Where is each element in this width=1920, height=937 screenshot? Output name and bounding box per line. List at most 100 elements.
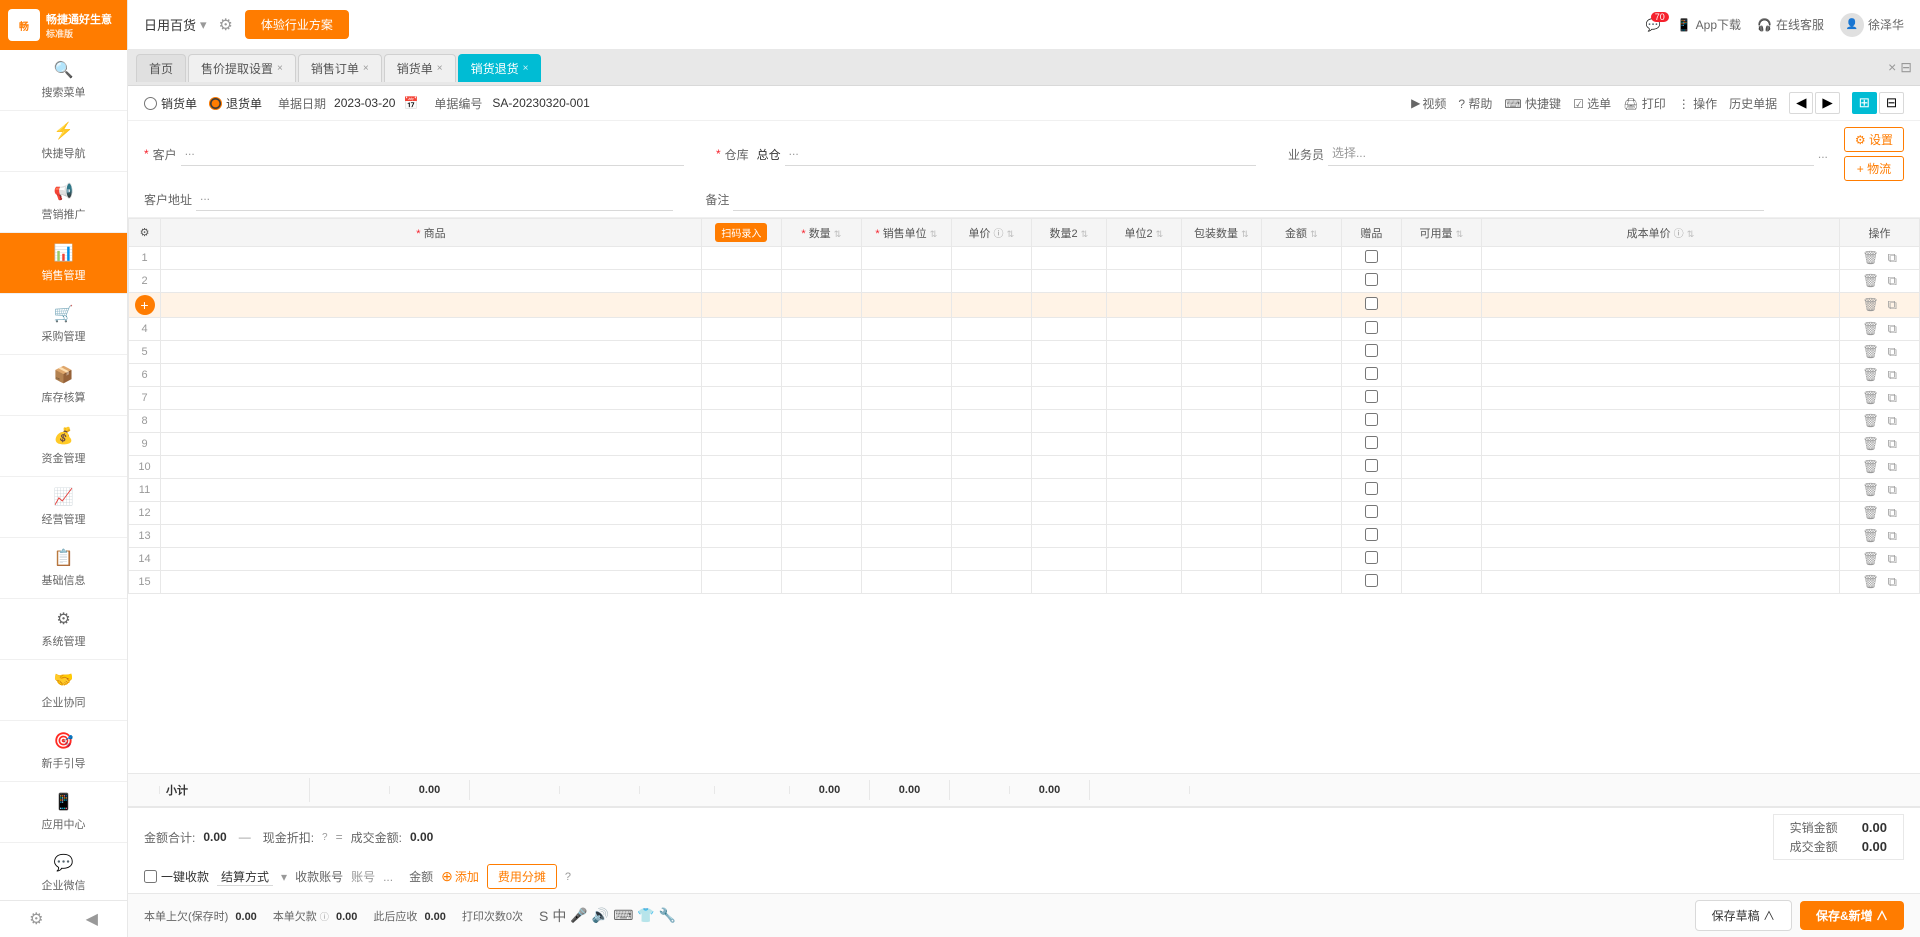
copy-row-btn[interactable]: ⧉	[1885, 320, 1900, 338]
one-click-checkbox[interactable]	[144, 870, 157, 883]
product-cell[interactable]	[161, 525, 702, 548]
product-cell[interactable]	[161, 293, 702, 318]
delete-row-btn[interactable]: 🗑	[1859, 320, 1882, 338]
date-value[interactable]: 2023-03-20	[334, 96, 395, 110]
copy-row-btn[interactable]: ⧉	[1885, 249, 1900, 267]
product-cell[interactable]	[161, 548, 702, 571]
save-draft-btn[interactable]: 保存草稿 ∧	[1695, 900, 1792, 931]
settings-btn[interactable]: ⚙ 设置	[1844, 127, 1904, 152]
logistics-btn[interactable]: + 物流	[1844, 156, 1904, 181]
gift-checkbox[interactable]	[1365, 505, 1378, 518]
product-cell[interactable]	[161, 364, 702, 387]
gift-checkbox[interactable]	[1365, 574, 1378, 587]
next-doc-btn[interactable]: ▶	[1815, 92, 1839, 114]
history-link[interactable]: 历史单据	[1729, 95, 1777, 112]
product-cell[interactable]	[161, 387, 702, 410]
settings-bottom-icon[interactable]: ⚙	[29, 909, 43, 929]
sidebar-item-finance[interactable]: 💰 资金管理	[0, 416, 127, 477]
copy-row-btn[interactable]: ⧉	[1885, 272, 1900, 290]
sidebar-item-purchase[interactable]: 🛒 采购管理	[0, 294, 127, 355]
gift-checkbox[interactable]	[1365, 250, 1378, 263]
product-cell[interactable]	[161, 433, 702, 456]
delete-row-btn[interactable]: 🗑	[1859, 389, 1882, 407]
add-row-btn[interactable]: +	[135, 295, 155, 315]
list-view-btn[interactable]: ⊟	[1879, 92, 1904, 114]
copy-row-btn[interactable]: ⧉	[1885, 389, 1900, 407]
fee-help-icon[interactable]: ?	[565, 871, 571, 883]
gift-checkbox[interactable]	[1365, 482, 1378, 495]
header-settings-icon[interactable]: ⚙	[219, 15, 233, 35]
product-cell[interactable]	[161, 247, 702, 270]
gift-checkbox[interactable]	[1365, 297, 1378, 310]
print-link[interactable]: 🖨 打印	[1623, 95, 1666, 112]
tab-sales-order[interactable]: 销售订单 ×	[298, 54, 382, 82]
tab-price-settings[interactable]: 售价提取设置 ×	[188, 54, 296, 82]
tools-icon[interactable]: 🔧	[659, 907, 676, 924]
cost-price-info-icon[interactable]: ⓘ	[1674, 229, 1684, 240]
help-icon2[interactable]: ?	[322, 832, 328, 843]
tab-sales-delivery[interactable]: 销货单 ×	[384, 54, 456, 82]
tab-sales-return-close[interactable]: ×	[523, 63, 529, 74]
delete-row-btn[interactable]: 🗑	[1859, 573, 1882, 591]
scan-btn[interactable]: 扫码录入	[715, 223, 767, 242]
col-unit-sort[interactable]: ⇅	[930, 229, 938, 239]
delete-row-btn[interactable]: 🗑	[1859, 527, 1882, 545]
prev-doc-btn[interactable]: ◀	[1789, 92, 1813, 114]
keyboard-icon[interactable]: ⌨	[613, 907, 633, 924]
gift-checkbox[interactable]	[1365, 459, 1378, 472]
col-avail-sort[interactable]: ⇅	[1456, 229, 1464, 239]
shirt-icon[interactable]: 👕	[637, 907, 654, 924]
copy-row-btn[interactable]: ⧉	[1885, 296, 1900, 314]
sidebar-item-quick[interactable]: ⚡ 快捷导航	[0, 111, 127, 172]
col-amount-sort[interactable]: ⇅	[1310, 229, 1318, 239]
delete-row-btn[interactable]: 🗑	[1859, 296, 1882, 314]
unit-price-info-icon[interactable]: ⓘ	[994, 229, 1004, 240]
col-cost-sort[interactable]: ⇅	[1687, 229, 1695, 239]
grid-view-btn[interactable]: ⊞	[1852, 92, 1877, 114]
sidebar-item-appstore[interactable]: 📱 应用中心	[0, 782, 127, 843]
tab-sales-order-close[interactable]: ×	[363, 63, 369, 74]
gift-checkbox[interactable]	[1365, 344, 1378, 357]
tabs-close-btn[interactable]: ×	[1888, 59, 1896, 76]
col-qty-sort[interactable]: ⇅	[834, 229, 842, 239]
product-cell[interactable]	[161, 456, 702, 479]
radio-sales[interactable]: 销货单	[144, 95, 197, 112]
gift-checkbox[interactable]	[1365, 390, 1378, 403]
delete-row-btn[interactable]: 🗑	[1859, 481, 1882, 499]
col-unit2-sort[interactable]: ⇅	[1156, 229, 1164, 239]
shortcut-link[interactable]: ⌨ 快捷键	[1504, 95, 1561, 112]
gift-checkbox[interactable]	[1365, 273, 1378, 286]
this-doc-debt-icon[interactable]: ⓘ	[320, 912, 329, 922]
ime-icon[interactable]: S	[539, 908, 548, 924]
help-link[interactable]: ? 帮助	[1458, 95, 1492, 112]
sidebar-item-enterprise[interactable]: 🤝 企业协同	[0, 660, 127, 721]
gift-checkbox[interactable]	[1365, 413, 1378, 426]
sidebar-item-newbie[interactable]: 🎯 新手引导	[0, 721, 127, 782]
copy-row-btn[interactable]: ⧉	[1885, 366, 1900, 384]
delete-row-btn[interactable]: 🗑	[1859, 272, 1882, 290]
message-center[interactable]: 💬 70	[1646, 18, 1661, 32]
online-service-btn[interactable]: 🎧 在线客服	[1757, 16, 1824, 33]
save-new-btn[interactable]: 保存&新增 ∧	[1800, 901, 1904, 930]
sidebar-item-sales[interactable]: 📊 销售管理	[0, 233, 127, 294]
copy-row-btn[interactable]: ⧉	[1885, 412, 1900, 430]
tab-sales-delivery-close[interactable]: ×	[437, 63, 443, 74]
col-price-sort[interactable]: ⇅	[1007, 229, 1015, 239]
radio-sales-input[interactable]	[144, 97, 157, 110]
product-cell[interactable]	[161, 479, 702, 502]
sidebar-item-operations[interactable]: 📈 经营管理	[0, 477, 127, 538]
fee-split-btn[interactable]: 费用分摊	[487, 864, 557, 889]
delete-row-btn[interactable]: 🗑	[1859, 366, 1882, 384]
mic-icon[interactable]: 🎤	[570, 907, 587, 924]
tab-sales-return[interactable]: 销货退货 ×	[458, 54, 542, 82]
experience-btn[interactable]: 体验行业方案	[245, 10, 349, 39]
copy-row-btn[interactable]: ⧉	[1885, 481, 1900, 499]
gift-checkbox[interactable]	[1365, 551, 1378, 564]
product-cell[interactable]	[161, 571, 702, 594]
col-qty2-sort[interactable]: ⇅	[1081, 229, 1089, 239]
sidebar-item-inventory[interactable]: 📦 库存核算	[0, 355, 127, 416]
address-input[interactable]: ...	[196, 187, 673, 211]
copy-row-btn[interactable]: ⧉	[1885, 527, 1900, 545]
add-payment-btn[interactable]: ⊕ 添加	[441, 868, 479, 885]
app-download-btn[interactable]: 📱 App下载	[1677, 16, 1741, 33]
